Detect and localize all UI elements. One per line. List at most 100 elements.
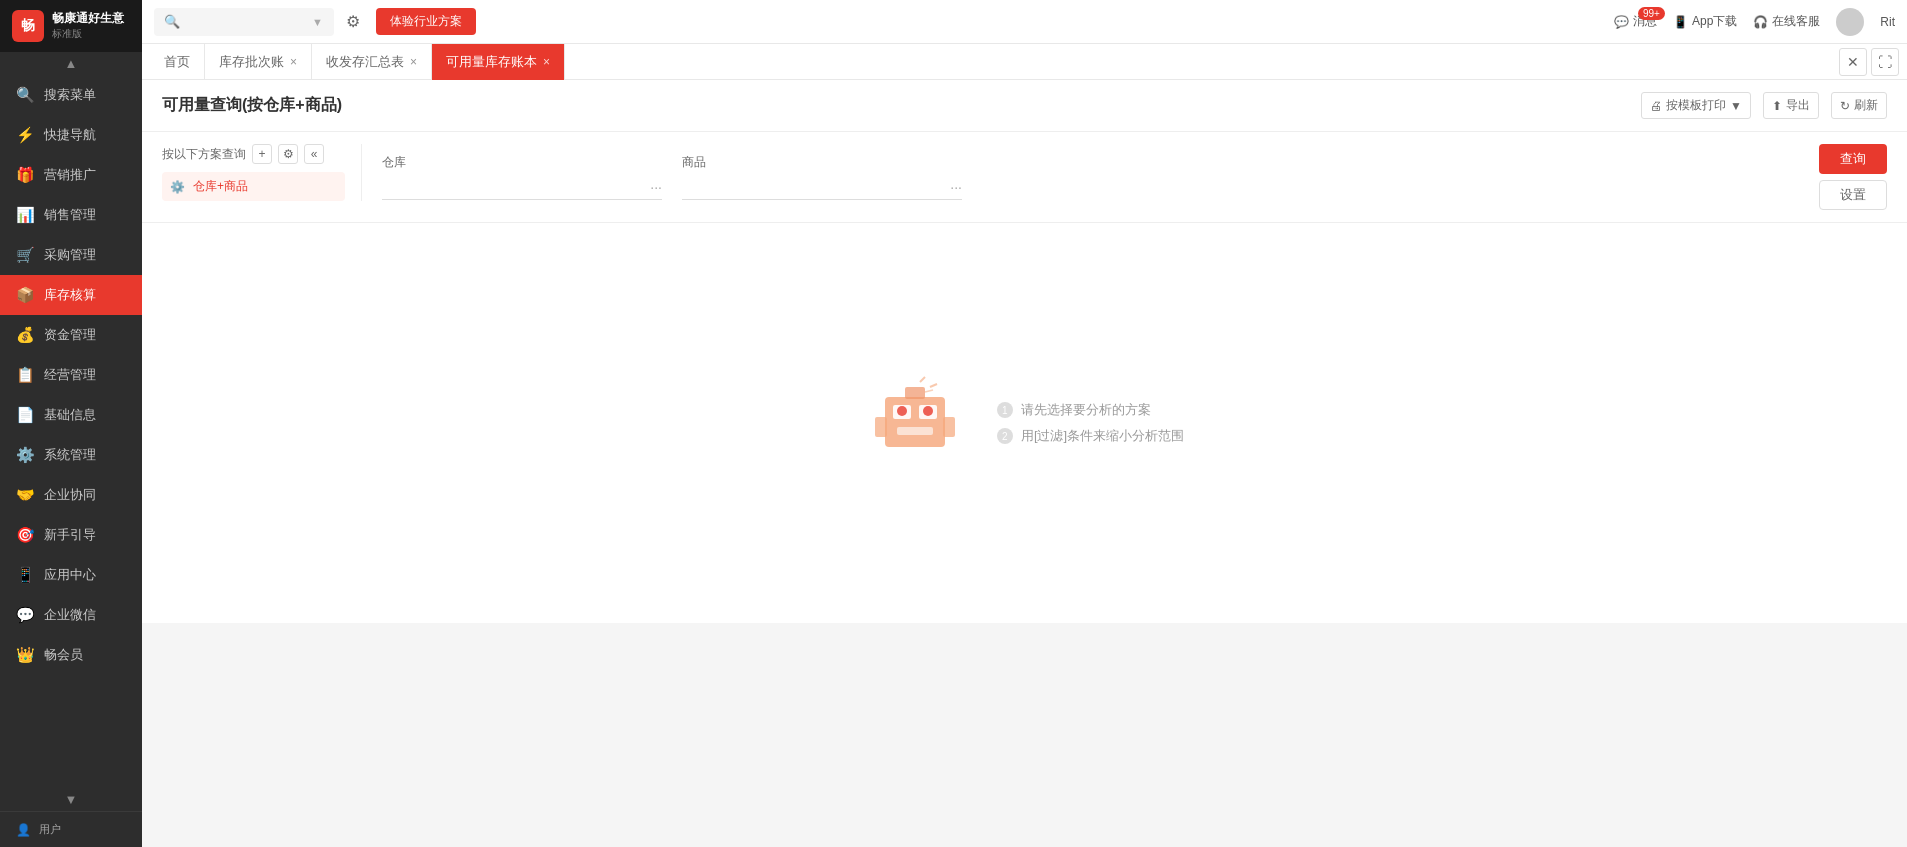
svg-rect-4 — [905, 387, 925, 399]
sidebar-label-member: 畅会员 — [44, 646, 83, 664]
sidebar-item-shortcut[interactable]: ⚡ 快捷导航 — [0, 115, 142, 155]
tab-close-all-button[interactable]: ✕ — [1839, 48, 1867, 76]
support-icon: 🎧 — [1753, 15, 1768, 29]
tab-home[interactable]: 首页 — [150, 44, 205, 80]
refresh-icon: ↻ — [1840, 99, 1850, 113]
sidebar-item-appcenter[interactable]: 📱 应用中心 — [0, 555, 142, 595]
support-button[interactable]: 🎧 在线客服 — [1753, 13, 1820, 30]
refresh-label: 刷新 — [1854, 97, 1878, 114]
sidebar-item-enterprise[interactable]: 🤝 企业协同 — [0, 475, 142, 515]
scroll-up-btn[interactable]: ▲ — [0, 52, 142, 75]
shortcut-icon: ⚡ — [16, 126, 34, 144]
sidebar-item-basic[interactable]: 📄 基础信息 — [0, 395, 142, 435]
sidebar-label-shortcut: 快捷导航 — [44, 126, 96, 144]
sidebar-nav: 🔍 搜索菜单 ⚡ 快捷导航 🎁 营销推广 📊 销售管理 🛒 采购管理 📦 库存核… — [0, 75, 142, 788]
page-header: 可用量查询(按仓库+商品) 🖨 按模板打印 ▼ ⬆ 导出 ↻ 刷新 — [142, 80, 1907, 132]
sidebar-item-system[interactable]: ⚙️ 系统管理 — [0, 435, 142, 475]
export-button[interactable]: ⬆ 导出 — [1763, 92, 1819, 119]
member-icon: 👑 — [16, 646, 34, 664]
filter-scheme-label: 按以下方案查询 — [162, 146, 246, 163]
empty-hints: 1 请先选择要分析的方案 2 用[过滤]条件来缩小分析范围 — [997, 401, 1184, 445]
sidebar-item-search[interactable]: 🔍 搜索菜单 — [0, 75, 142, 115]
filter-fields-area: 仓库 ··· 商品 ··· 查询 设置 — [382, 144, 1887, 210]
topbar-right-area: 💬 消息 99+ 📱 App下载 🎧 在线客服 Rit — [1614, 8, 1895, 36]
tab-available-ledger-label: 可用量库存账本 — [446, 53, 537, 71]
sidebar-item-finance[interactable]: 💰 资金管理 — [0, 315, 142, 355]
print-dropdown-icon: ▼ — [1730, 99, 1742, 113]
svg-line-10 — [930, 384, 937, 387]
sidebar-item-member[interactable]: 👑 畅会员 — [0, 635, 142, 675]
system-icon: ⚙️ — [16, 446, 34, 464]
sidebar-item-operations[interactable]: 📋 经营管理 — [0, 355, 142, 395]
svg-line-11 — [925, 390, 933, 392]
tabs-bar: 首页 库存批次账 × 收发存汇总表 × 可用量库存账本 × ✕ ⛶ — [142, 44, 1907, 80]
tab-storage-summary[interactable]: 收发存汇总表 × — [312, 44, 432, 80]
settings-button[interactable]: 设置 — [1819, 180, 1887, 210]
sidebar-item-wechat[interactable]: 💬 企业微信 — [0, 595, 142, 635]
empty-hint-1: 1 请先选择要分析的方案 — [997, 401, 1184, 419]
add-scheme-button[interactable]: + — [252, 144, 272, 164]
topbar-search-icon: 🔍 — [164, 14, 180, 29]
sidebar-item-sales[interactable]: 📊 销售管理 — [0, 195, 142, 235]
filter-actions: 查询 设置 — [1819, 144, 1887, 210]
goods-more-icon[interactable]: ··· — [950, 179, 962, 195]
query-button[interactable]: 查询 — [1819, 144, 1887, 174]
notice-button[interactable]: 💬 消息 99+ — [1614, 13, 1657, 30]
empty-cube-svg — [865, 372, 965, 472]
username-label: Rit — [1880, 15, 1895, 29]
industry-solution-button[interactable]: 体验行业方案 — [376, 8, 476, 35]
topbar-dropdown-icon[interactable]: ▼ — [312, 16, 323, 28]
user-avatar-small: 👤 — [16, 823, 31, 837]
svg-rect-3 — [897, 427, 933, 435]
scheme-item-warehouse-goods[interactable]: ⚙️ 仓库+商品 — [162, 172, 345, 201]
refresh-button[interactable]: ↻ 刷新 — [1831, 92, 1887, 119]
empty-state: 1 请先选择要分析的方案 2 用[过滤]条件来缩小分析范围 — [865, 372, 1184, 475]
print-template-button[interactable]: 🖨 按模板打印 ▼ — [1641, 92, 1751, 119]
enterprise-icon: 🤝 — [16, 486, 34, 504]
empty-illustration — [865, 372, 965, 475]
collapse-scheme-button[interactable]: « — [304, 144, 324, 164]
tab-batch-ledger-label: 库存批次账 — [219, 53, 284, 71]
scroll-down-btn[interactable]: ▼ — [0, 788, 142, 811]
app-download-button[interactable]: 📱 App下载 — [1673, 13, 1737, 30]
tab-available-ledger[interactable]: 可用量库存账本 × — [432, 44, 565, 80]
topbar-gear-icon[interactable]: ⚙ — [342, 8, 364, 35]
sidebar-label-basic: 基础信息 — [44, 406, 96, 424]
tab-expand-button[interactable]: ⛶ — [1871, 48, 1899, 76]
warehouse-input-container: ··· — [382, 175, 662, 200]
sidebar-title-area: 畅康通好生意 标准版 — [52, 11, 124, 41]
search-icon: 🔍 — [16, 86, 34, 104]
warehouse-input[interactable] — [382, 180, 644, 194]
goods-input[interactable] — [682, 180, 944, 194]
filter-scheme-panel: 按以下方案查询 + ⚙ « ⚙️ 仓库+商品 — [162, 144, 362, 201]
manage-scheme-button[interactable]: ⚙ — [278, 144, 298, 164]
tabs-right-buttons: ✕ ⛶ — [1831, 48, 1907, 76]
topbar-search-input[interactable] — [186, 15, 306, 29]
sidebar-label-inventory: 库存核算 — [44, 286, 96, 304]
filter-scheme-header: 按以下方案查询 + ⚙ « — [162, 144, 345, 164]
sidebar-label-search: 搜索菜单 — [44, 86, 96, 104]
goods-label: 商品 — [682, 154, 962, 171]
svg-rect-5 — [875, 417, 887, 437]
tab-batch-ledger-close[interactable]: × — [290, 56, 297, 68]
filter-area: 按以下方案查询 + ⚙ « ⚙️ 仓库+商品 仓库 ··· — [142, 132, 1907, 223]
tab-batch-ledger[interactable]: 库存批次账 × — [205, 44, 312, 80]
sidebar-item-inventory[interactable]: 📦 库存核算 — [0, 275, 142, 315]
sidebar-item-newbie[interactable]: 🎯 新手引导 — [0, 515, 142, 555]
app-icon: 📱 — [1673, 15, 1688, 29]
support-label: 在线客服 — [1772, 13, 1820, 30]
finance-icon: 💰 — [16, 326, 34, 344]
tab-available-ledger-close[interactable]: × — [543, 56, 550, 68]
sidebar-item-purchase[interactable]: 🛒 采购管理 — [0, 235, 142, 275]
filter-field-goods: 商品 ··· — [682, 154, 962, 200]
hint-text-1: 请先选择要分析的方案 — [1021, 401, 1151, 419]
appcenter-icon: 📱 — [16, 566, 34, 584]
basic-icon: 📄 — [16, 406, 34, 424]
warehouse-more-icon[interactable]: ··· — [650, 179, 662, 195]
sidebar: 畅 畅康通好生意 标准版 ▲ 🔍 搜索菜单 ⚡ 快捷导航 🎁 营销推广 📊 销售… — [0, 0, 142, 847]
page-content: 可用量查询(按仓库+商品) 🖨 按模板打印 ▼ ⬆ 导出 ↻ 刷新 — [142, 80, 1907, 847]
filter-field-warehouse: 仓库 ··· — [382, 154, 662, 200]
sidebar-item-marketing[interactable]: 🎁 营销推广 — [0, 155, 142, 195]
inventory-icon: 📦 — [16, 286, 34, 304]
tab-storage-summary-close[interactable]: × — [410, 56, 417, 68]
